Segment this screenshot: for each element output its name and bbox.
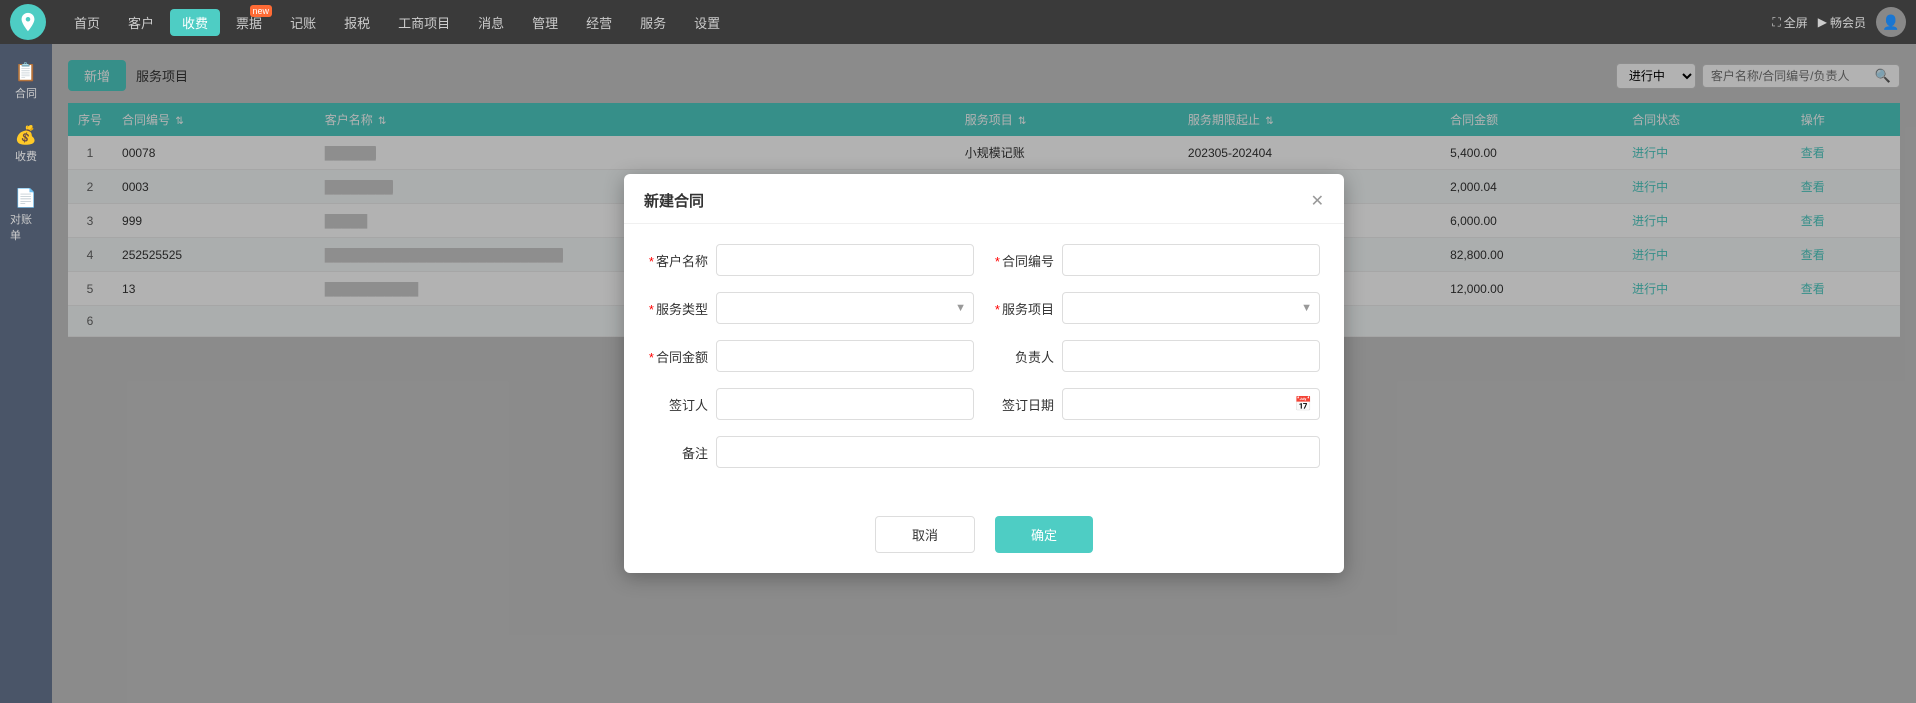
form-row-4: 签订人 签订日期 2023-06-06 📅 [648, 388, 1320, 420]
form-row-3: *合同金额 0.00 负责人 [648, 340, 1320, 372]
sidebar-item-statement[interactable]: 📄 对账单 [4, 180, 48, 251]
contract-icon: 📋 [15, 62, 37, 83]
required-mark-4: * [995, 302, 1000, 317]
nav-items: 首页 客户 收费 票据 new 记账 报税 工商项目 消息 管理 经营 服务 设… [62, 9, 1772, 36]
cancel-button[interactable]: 取消 [875, 516, 975, 553]
fullscreen-icon: ⛶ [1772, 15, 1780, 30]
nav-home[interactable]: 首页 [62, 9, 112, 36]
billing-icon: 💰 [15, 125, 37, 146]
user-avatar[interactable]: 👤 [1876, 7, 1906, 37]
sign-date-wrapper: 2023-06-06 📅 [1062, 388, 1320, 420]
fullscreen-label: 全屏 [1784, 14, 1808, 31]
modal-header: 新建合同 ✕ [624, 174, 1344, 224]
confirm-button[interactable]: 确定 [995, 516, 1093, 553]
member-label: 畅会员 [1830, 14, 1866, 31]
responsible-input[interactable] [1062, 340, 1320, 372]
main-layout: 📋 合同 💰 收费 📄 对账单 新增 服务项目 进行中 已结束 全部 [0, 44, 1916, 703]
service-type-label: *服务类型 [648, 299, 708, 318]
remark-label: 备注 [648, 443, 708, 462]
amount-field: *合同金额 0.00 [648, 340, 974, 372]
required-mark-3: * [649, 302, 654, 317]
form-row-1: *客户名称 *合同编号 [648, 244, 1320, 276]
contract-no-input[interactable] [1062, 244, 1320, 276]
form-row-5: 备注 [648, 436, 1320, 468]
service-item-select[interactable] [1062, 292, 1320, 324]
sign-date-input[interactable]: 2023-06-06 [1062, 388, 1320, 420]
service-type-field: *服务类型 ▼ [648, 292, 974, 324]
signer-label: 签订人 [648, 395, 708, 414]
modal-body: *客户名称 *合同编号 [624, 224, 1344, 504]
required-mark: * [649, 254, 654, 269]
sidebar-item-billing[interactable]: 💰 收费 [4, 117, 48, 172]
customer-name-input[interactable] [716, 244, 974, 276]
modal-footer: 取消 确定 [624, 504, 1344, 573]
customer-name-field: *客户名称 [648, 244, 974, 276]
modal-overlay: 新建合同 ✕ *客户名称 *合同编号 [52, 44, 1916, 703]
nav-right: ⛶ 全屏 ▶ 畅会员 👤 [1772, 7, 1906, 37]
new-badge: new [250, 5, 273, 17]
sidebar-item-contract[interactable]: 📋 合同 [4, 54, 48, 109]
required-mark-5: * [649, 350, 654, 365]
sidebar-contract-label: 合同 [15, 85, 37, 101]
service-item-field: *服务项目 ▼ [994, 292, 1320, 324]
nav-admin[interactable]: 管理 [520, 9, 570, 36]
service-type-select-wrapper: ▼ [716, 292, 974, 324]
new-contract-modal: 新建合同 ✕ *客户名称 *合同编号 [624, 174, 1344, 573]
remark-field: 备注 [648, 436, 1320, 468]
nav-operation[interactable]: 经营 [574, 9, 624, 36]
service-type-select[interactable] [716, 292, 974, 324]
member-icon: ▶ [1818, 15, 1827, 29]
calendar-icon[interactable]: 📅 [1295, 396, 1312, 413]
top-nav: 首页 客户 收费 票据 new 记账 报税 工商项目 消息 管理 经营 服务 设… [0, 0, 1916, 44]
contract-no-label: *合同编号 [994, 251, 1054, 270]
nav-service[interactable]: 服务 [628, 9, 678, 36]
nav-customer[interactable]: 客户 [116, 9, 166, 36]
required-mark-2: * [995, 254, 1000, 269]
responsible-field: 负责人 [994, 340, 1320, 372]
avatar-icon: 👤 [1882, 14, 1899, 31]
sidebar-statement-label: 对账单 [10, 211, 42, 243]
responsible-label: 负责人 [994, 347, 1054, 366]
nav-bookkeeping[interactable]: 记账 [278, 9, 328, 36]
nav-settings[interactable]: 设置 [682, 9, 732, 36]
sidebar: 📋 合同 💰 收费 📄 对账单 [0, 44, 52, 703]
sign-date-label: 签订日期 [994, 395, 1054, 414]
amount-input[interactable]: 0.00 [716, 340, 974, 372]
member-button[interactable]: ▶ 畅会员 [1818, 14, 1866, 31]
logo [10, 4, 46, 40]
service-item-label: *服务项目 [994, 299, 1054, 318]
nav-billing[interactable]: 收费 [170, 9, 220, 36]
nav-tax[interactable]: 报税 [332, 9, 382, 36]
service-item-select-wrapper: ▼ [1062, 292, 1320, 324]
modal-close-button[interactable]: ✕ [1311, 191, 1324, 211]
content-area: 新增 服务项目 进行中 已结束 全部 🔍 序号 合同编号 ⇅ [52, 44, 1916, 703]
contract-no-field: *合同编号 [994, 244, 1320, 276]
sign-date-field: 签订日期 2023-06-06 📅 [994, 388, 1320, 420]
nav-invoice[interactable]: 票据 new [224, 9, 274, 36]
amount-label: *合同金额 [648, 347, 708, 366]
sidebar-billing-label: 收费 [15, 148, 37, 164]
nav-business[interactable]: 工商项目 [386, 9, 462, 36]
signer-input[interactable] [716, 388, 974, 420]
form-row-2: *服务类型 ▼ *服务项目 [648, 292, 1320, 324]
customer-name-label: *客户名称 [648, 251, 708, 270]
nav-message[interactable]: 消息 [466, 9, 516, 36]
signer-field: 签订人 [648, 388, 974, 420]
fullscreen-button[interactable]: ⛶ 全屏 [1772, 14, 1807, 31]
modal-title: 新建合同 [644, 190, 704, 211]
remark-input[interactable] [716, 436, 1320, 468]
statement-icon: 📄 [15, 188, 37, 209]
